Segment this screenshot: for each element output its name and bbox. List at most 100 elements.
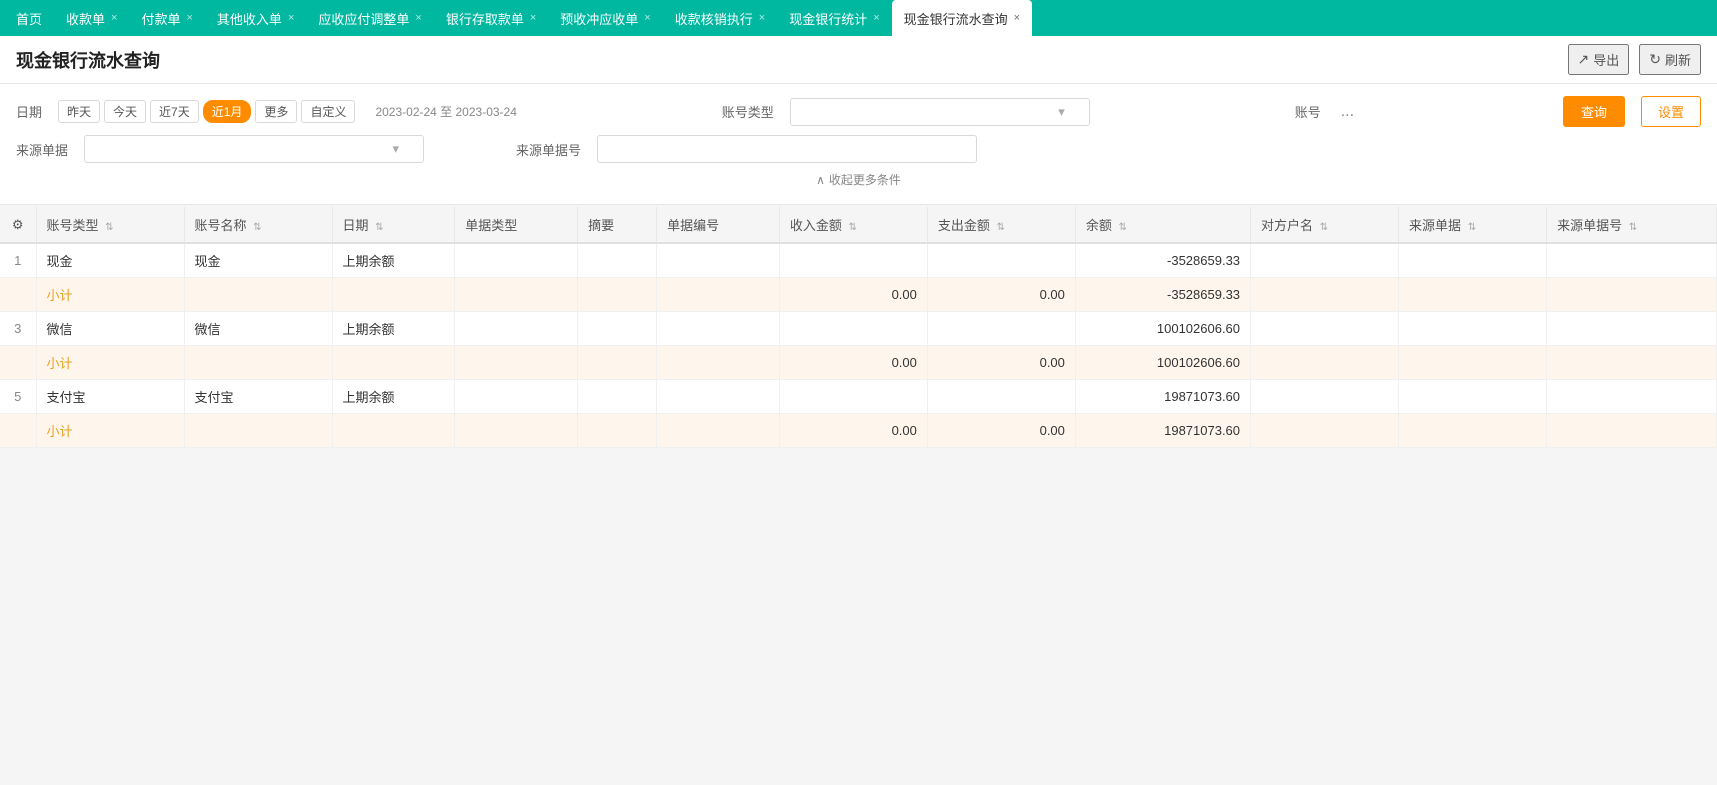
- cell-source-doc: [1399, 243, 1547, 278]
- cell-doc-no: [657, 380, 780, 414]
- cell-date: 上期余额: [332, 312, 455, 346]
- col-counterpart: 对方户名 ⇅: [1251, 207, 1399, 243]
- account-dots-button[interactable]: ...: [1337, 103, 1358, 121]
- col-date: 日期 ⇅: [332, 207, 455, 243]
- sort-icon[interactable]: ⇅: [253, 222, 261, 233]
- table-header-row: ⚙ 账号类型 ⇅ 账号名称 ⇅ 日期 ⇅ 单据类型 摘要 单据编号 收入金额: [0, 207, 1717, 243]
- nav-home[interactable]: 首页: [4, 0, 54, 36]
- col-income: 收入金额 ⇅: [779, 207, 927, 243]
- export-button[interactable]: ↗ 导出: [1568, 44, 1630, 75]
- cell-date: 上期余额: [332, 243, 455, 278]
- close-icon[interactable]: ×: [644, 12, 650, 24]
- export-icon: ↗: [1578, 51, 1590, 68]
- filter-row-1: 日期 昨天 今天 近7天 近1月 更多 自定义 2023-02-24 至 202…: [16, 96, 1701, 127]
- cell-date: 上期余额: [332, 380, 455, 414]
- date-btn-more[interactable]: 更多: [255, 100, 297, 123]
- sort-icon[interactable]: ⇅: [1629, 222, 1637, 233]
- sort-icon[interactable]: ⇅: [1320, 222, 1328, 233]
- cell-date: [332, 278, 455, 312]
- cell-source-doc-no: [1547, 278, 1717, 312]
- cell-account-name: 微信: [184, 312, 332, 346]
- account-type-select[interactable]: ▾: [790, 98, 1090, 126]
- close-icon[interactable]: ×: [873, 12, 879, 24]
- table-row[interactable]: 5支付宝支付宝上期余额19871073.60: [0, 380, 1717, 414]
- nav-payment[interactable]: 付款单 ×: [129, 0, 204, 36]
- cell-account-type: 小计: [36, 278, 184, 312]
- cell-source-doc-no: [1547, 414, 1717, 448]
- sort-icon[interactable]: ⇅: [997, 222, 1005, 233]
- col-account-name: 账号名称 ⇅: [184, 207, 332, 243]
- cell-source-doc-no: [1547, 312, 1717, 346]
- table-row[interactable]: 小计0.000.00100102606.60: [0, 346, 1717, 380]
- cell-source-doc: [1399, 346, 1547, 380]
- close-icon[interactable]: ×: [530, 12, 536, 24]
- cell-doc-no: [657, 312, 780, 346]
- nav-pre-receipt[interactable]: 预收冲应收单 ×: [548, 0, 662, 36]
- settings-button[interactable]: 设置: [1641, 96, 1701, 127]
- close-icon[interactable]: ×: [111, 12, 117, 24]
- source-doc-no-input[interactable]: [597, 135, 977, 163]
- cell-counterpart: [1251, 278, 1399, 312]
- table-row[interactable]: 1现金现金上期余额-3528659.33: [0, 243, 1717, 278]
- cell-balance: -3528659.33: [1075, 243, 1250, 278]
- cell-counterpart: [1251, 380, 1399, 414]
- cell-date: [332, 346, 455, 380]
- top-nav: 首页 收款单 × 付款单 × 其他收入单 × 应收应付调整单 × 银行存取款单 …: [0, 0, 1717, 36]
- nav-adjustment[interactable]: 应收应付调整单 ×: [306, 0, 433, 36]
- data-table: ⚙ 账号类型 ⇅ 账号名称 ⇅ 日期 ⇅ 单据类型 摘要 单据编号 收入金额: [0, 207, 1717, 448]
- account-label: 账号: [1295, 102, 1321, 121]
- cell-summary: [578, 243, 657, 278]
- cell-account-type: 现金: [36, 243, 184, 278]
- col-settings[interactable]: ⚙: [0, 207, 36, 243]
- cell-account-name: 现金: [184, 243, 332, 278]
- account-type-label: 账号类型: [722, 102, 774, 121]
- table-row[interactable]: 小计0.000.0019871073.60: [0, 414, 1717, 448]
- sort-icon[interactable]: ⇅: [1119, 222, 1127, 233]
- col-doc-no: 单据编号: [657, 207, 780, 243]
- nav-collection[interactable]: 收款核销执行 ×: [663, 0, 777, 36]
- sort-icon[interactable]: ⇅: [105, 222, 113, 233]
- close-icon[interactable]: ×: [186, 12, 192, 24]
- sort-icon[interactable]: ⇅: [375, 222, 383, 233]
- date-btn-1month[interactable]: 近1月: [203, 100, 252, 123]
- row-checkbox: 1: [0, 243, 36, 278]
- date-label: 日期: [16, 102, 42, 121]
- cell-balance: 100102606.60: [1075, 346, 1250, 380]
- row-checkbox: 5: [0, 380, 36, 414]
- nav-bank-deposit[interactable]: 银行存取款单 ×: [434, 0, 548, 36]
- nav-receipt[interactable]: 收款单 ×: [54, 0, 129, 36]
- close-icon[interactable]: ×: [415, 12, 421, 24]
- nav-cash-flow[interactable]: 现金银行流水查询 ×: [892, 0, 1032, 36]
- cell-expense: [927, 380, 1075, 414]
- collapse-button[interactable]: ∧ 收起更多条件: [16, 171, 1701, 188]
- date-btn-yesterday[interactable]: 昨天: [58, 100, 100, 123]
- cell-account-type: 微信: [36, 312, 184, 346]
- refresh-button[interactable]: ↻ 刷新: [1639, 44, 1701, 75]
- cell-source-doc: [1399, 278, 1547, 312]
- nav-cash-stats[interactable]: 现金银行统计 ×: [777, 0, 891, 36]
- source-doc-select[interactable]: ▾: [84, 135, 424, 163]
- cell-doc-type: [455, 243, 578, 278]
- cell-balance: 19871073.60: [1075, 380, 1250, 414]
- date-btn-custom[interactable]: 自定义: [301, 100, 355, 123]
- date-btn-7days[interactable]: 近7天: [150, 100, 199, 123]
- col-source-doc: 来源单据 ⇅: [1399, 207, 1547, 243]
- cell-account-type: 小计: [36, 414, 184, 448]
- table-row[interactable]: 小计0.000.00-3528659.33: [0, 278, 1717, 312]
- nav-other-income[interactable]: 其他收入单 ×: [205, 0, 306, 36]
- cell-summary: [578, 312, 657, 346]
- table-row[interactable]: 3微信微信上期余额100102606.60: [0, 312, 1717, 346]
- date-btn-today[interactable]: 今天: [104, 100, 146, 123]
- cell-account-name: [184, 278, 332, 312]
- cell-date: [332, 414, 455, 448]
- cell-source-doc-no: [1547, 380, 1717, 414]
- cell-counterpart: [1251, 243, 1399, 278]
- query-button[interactable]: 查询: [1563, 96, 1625, 127]
- close-icon[interactable]: ×: [759, 12, 765, 24]
- cell-counterpart: [1251, 312, 1399, 346]
- close-icon[interactable]: ×: [288, 12, 294, 24]
- sort-icon[interactable]: ⇅: [1468, 222, 1476, 233]
- page-title: 现金银行流水查询: [16, 47, 160, 73]
- close-icon[interactable]: ×: [1014, 12, 1020, 24]
- sort-icon[interactable]: ⇅: [849, 222, 857, 233]
